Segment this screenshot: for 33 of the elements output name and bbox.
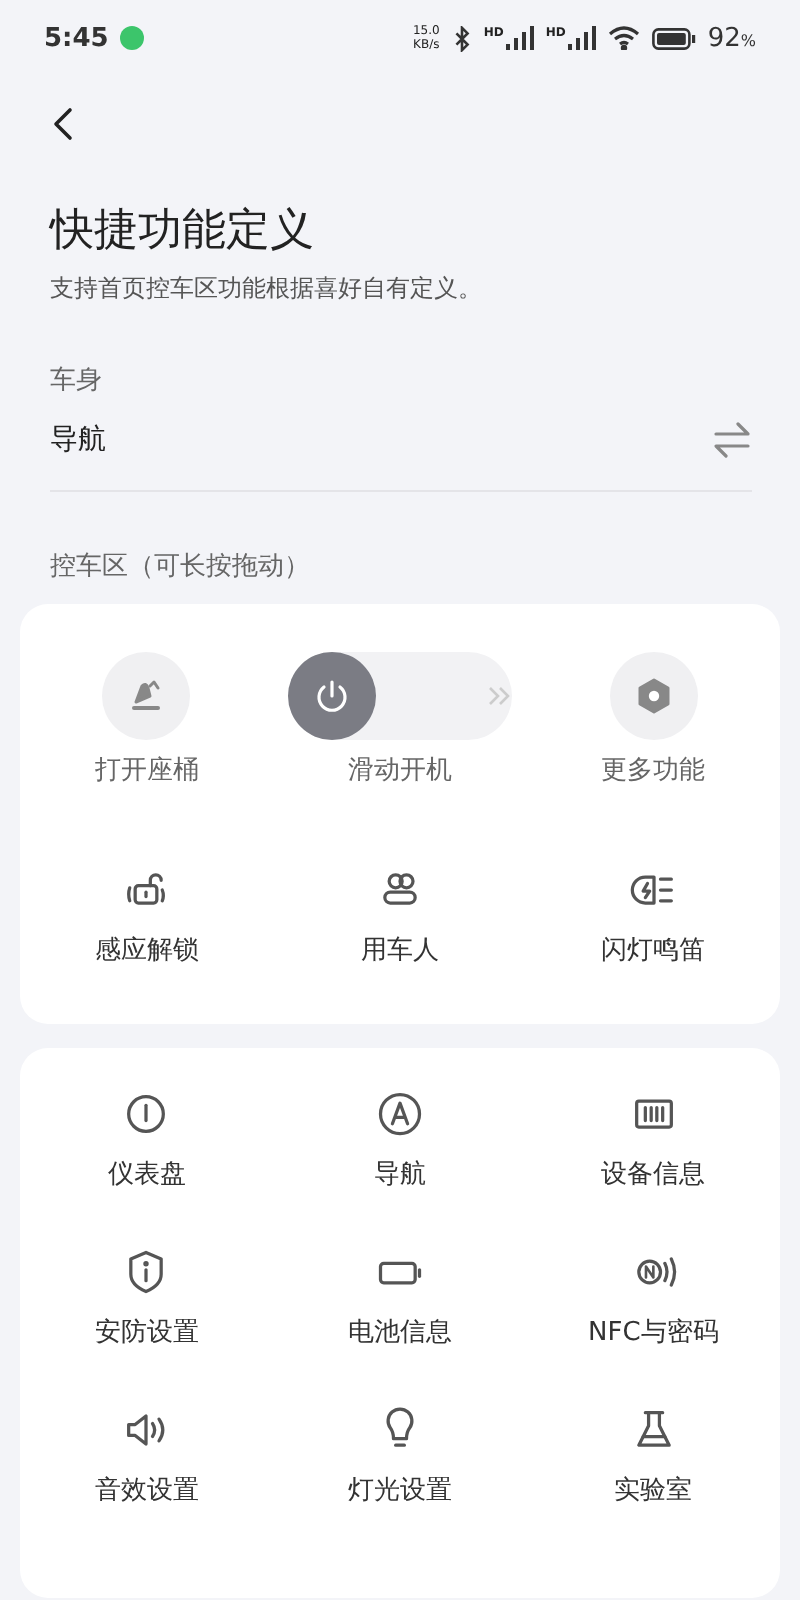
battery-icon <box>651 27 696 49</box>
function-item[interactable]: 音效设置 <box>20 1404 274 1562</box>
power-icon <box>311 676 352 716</box>
control-item[interactable]: 闪灯鸣笛 <box>526 828 780 1004</box>
signal-icon <box>505 26 534 50</box>
swap-icon[interactable] <box>712 422 752 458</box>
chevrons-icon <box>487 686 512 706</box>
control-item[interactable]: 用车人 <box>273 828 527 1004</box>
function-item[interactable]: 电池信息 <box>273 1246 527 1404</box>
percent-sign: % <box>740 31 756 49</box>
function-item[interactable]: 安防设置 <box>20 1246 274 1404</box>
wifi-icon <box>607 26 640 50</box>
page-subtitle: 支持首页控车区功能根据喜好自有定义。 <box>50 272 484 306</box>
setting-value: 导航 <box>50 422 106 458</box>
bluetooth-icon <box>451 25 472 51</box>
function-item[interactable]: 灯光设置 <box>273 1404 527 1562</box>
battery-percent: 92 <box>707 23 741 53</box>
function-item[interactable]: 仪表盘 <box>20 1088 274 1246</box>
status-time: 5:45 <box>44 23 109 53</box>
function-item[interactable]: 导航 <box>273 1088 527 1246</box>
slider-label: 滑动开机 <box>347 754 452 788</box>
section-label: 控车区（可长按拖动） <box>50 550 312 584</box>
control-item[interactable]: 打开座桶 <box>20 652 274 828</box>
function-item[interactable]: NFC与密码 <box>526 1246 780 1404</box>
section-label: 车身 <box>50 364 104 398</box>
page-title: 快捷功能定义 <box>50 204 316 260</box>
control-item[interactable]: 更多功能 <box>526 652 780 828</box>
function-item[interactable]: 实验室 <box>526 1404 780 1562</box>
power-slider[interactable] <box>287 652 512 740</box>
function-item[interactable]: 设备信息 <box>526 1088 780 1246</box>
signal-icon <box>567 26 596 50</box>
navigation-icon <box>373 1088 426 1140</box>
control-item[interactable]: 感应解锁 <box>20 828 274 1004</box>
